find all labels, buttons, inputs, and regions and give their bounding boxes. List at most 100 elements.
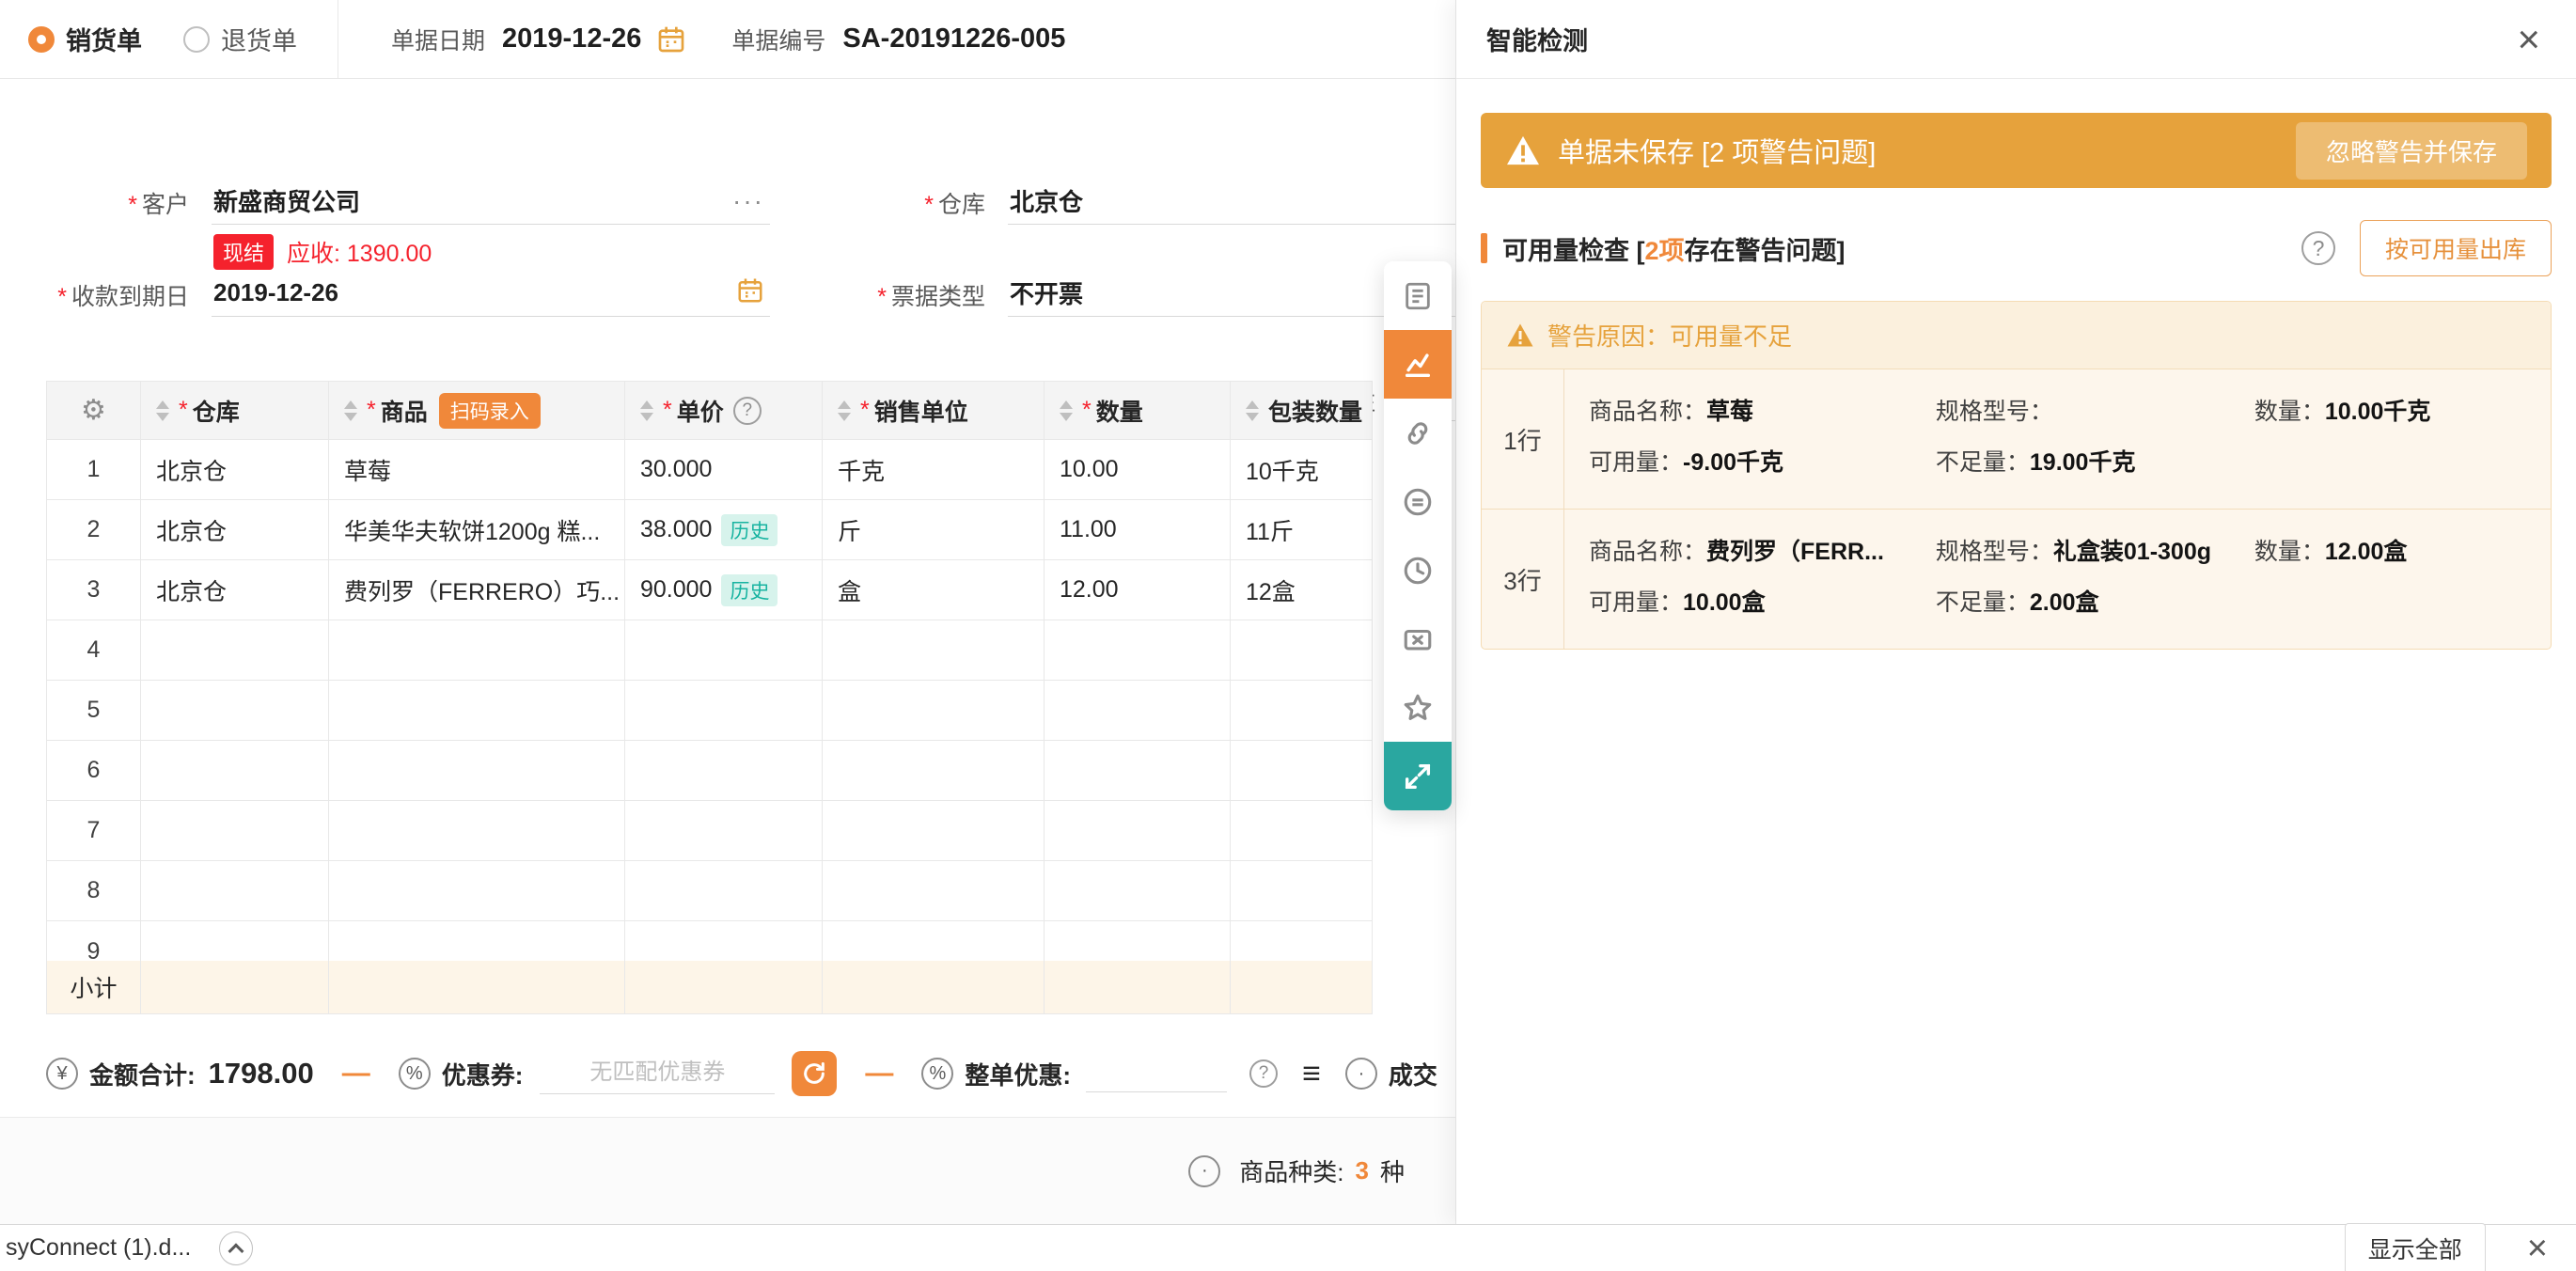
column-header-pkg[interactable]: 包装数量	[1231, 382, 1372, 439]
favorite-star-button[interactable]	[1384, 673, 1452, 742]
due-date-field[interactable]: 2019-12-26	[212, 274, 770, 317]
unit-cell[interactable]	[823, 681, 1045, 740]
collapse-dash-icon[interactable]: —	[342, 1058, 370, 1090]
refresh-coupon-button[interactable]	[792, 1051, 838, 1096]
column-header-price[interactable]: * 单价 ?	[625, 382, 823, 439]
download-file-name[interactable]: syConnect (1).d...	[6, 1234, 191, 1262]
history-price-badge[interactable]: 历史	[721, 513, 778, 546]
price-cell[interactable]: 38.000 历史	[625, 500, 823, 559]
warehouse-cell[interactable]	[141, 681, 329, 740]
tab-return-order[interactable]: 退货单	[183, 21, 297, 57]
unit-cell[interactable]: 斤	[823, 500, 1045, 559]
discount-help-icon[interactable]: ?	[1249, 1059, 1279, 1088]
warehouse-field[interactable]: 北京仓	[1008, 181, 1455, 225]
calendar-icon[interactable]	[656, 24, 686, 55]
qty-cell[interactable]	[1045, 921, 1231, 961]
warehouse-cell[interactable]: 北京仓	[141, 440, 329, 499]
pkg-cell[interactable]	[1231, 681, 1372, 740]
payment-button[interactable]	[1384, 467, 1452, 536]
product-cell[interactable]: 华美华夫软饼1200g 糕...	[329, 500, 625, 559]
form-notes-button[interactable]	[1384, 261, 1452, 330]
product-cell[interactable]	[329, 861, 625, 920]
column-header-warehouse[interactable]: * 仓库	[141, 382, 329, 439]
warehouse-cell[interactable]	[141, 620, 329, 680]
pkg-cell[interactable]	[1231, 620, 1372, 680]
qty-cell[interactable]: 11.00	[1045, 500, 1231, 559]
product-cell[interactable]	[329, 741, 625, 800]
product-cell[interactable]	[329, 681, 625, 740]
qty-cell[interactable]: 10.00	[1045, 440, 1231, 499]
calendar-icon[interactable]	[736, 276, 764, 309]
order-discount-input[interactable]	[1086, 1055, 1228, 1092]
column-header-qty[interactable]: * 数量	[1045, 382, 1231, 439]
price-cell[interactable]	[625, 801, 823, 860]
product-cell[interactable]	[329, 801, 625, 860]
voucher-button[interactable]	[1384, 604, 1452, 673]
unit-cell[interactable]: 千克	[823, 440, 1045, 499]
price-help-icon[interactable]: ?	[732, 396, 762, 425]
gear-icon[interactable]: ⚙	[81, 394, 106, 427]
unit-cell[interactable]	[823, 741, 1045, 800]
help-icon[interactable]: ?	[2301, 231, 2335, 265]
warehouse-cell[interactable]: 北京仓	[141, 500, 329, 559]
scan-entry-button[interactable]: 扫码录入	[438, 392, 541, 429]
pkg-cell[interactable]	[1231, 921, 1372, 961]
ignore-and-save-button[interactable]: 忽略警告并保存	[2295, 121, 2527, 180]
price-cell[interactable]	[625, 681, 823, 740]
price-cell[interactable]	[625, 921, 823, 961]
product-cell[interactable]	[329, 921, 625, 961]
qty-cell[interactable]	[1045, 620, 1231, 680]
pkg-cell[interactable]	[1231, 861, 1372, 920]
pkg-cell[interactable]: 11斤	[1231, 500, 1372, 559]
warehouse-cell[interactable]	[141, 741, 329, 800]
coupon-input[interactable]: 无匹配优惠券	[540, 1053, 776, 1094]
unit-cell[interactable]: 盒	[823, 560, 1045, 620]
column-header-product[interactable]: * 商品 扫码录入	[329, 382, 625, 439]
product-cell[interactable]: 草莓	[329, 440, 625, 499]
close-icon[interactable]: ×	[2517, 19, 2540, 59]
download-caret-button[interactable]	[219, 1231, 254, 1265]
qty-cell[interactable]	[1045, 681, 1231, 740]
unit-cell[interactable]	[823, 861, 1045, 920]
qty-cell[interactable]	[1045, 741, 1231, 800]
unit-cell[interactable]	[823, 620, 1045, 680]
ship-by-availability-button[interactable]: 按可用量出库	[2359, 220, 2552, 276]
tab-sales-order[interactable]: 销货单	[28, 21, 142, 57]
customer-field[interactable]: 新盛商贸公司 ···	[212, 181, 770, 225]
price-cell[interactable]	[625, 620, 823, 680]
sort-icon	[1246, 400, 1259, 421]
qty-cell[interactable]	[1045, 861, 1231, 920]
warehouse-cell[interactable]	[141, 861, 329, 920]
history-clock-button[interactable]	[1384, 536, 1452, 604]
close-download-bar-icon[interactable]: ×	[2527, 1231, 2548, 1266]
price-cell[interactable]: 30.000	[625, 440, 823, 499]
show-all-downloads-button[interactable]: 显示全部	[2344, 1222, 2486, 1271]
smart-detection-button[interactable]	[1384, 330, 1452, 399]
unit-cell[interactable]	[823, 921, 1045, 961]
product-cell[interactable]	[329, 620, 625, 680]
warehouse-cell[interactable]	[141, 801, 329, 860]
column-header-unit[interactable]: * 销售单位	[823, 382, 1045, 439]
column-settings-cell[interactable]: ⚙	[47, 382, 141, 439]
expand-fullscreen-button[interactable]	[1384, 742, 1452, 810]
pkg-cell[interactable]	[1231, 801, 1372, 860]
product-cell[interactable]: 费列罗（FERRERO）巧...	[329, 560, 625, 620]
menu-icon[interactable]: ≡	[1302, 1056, 1321, 1092]
link-button[interactable]	[1384, 399, 1452, 467]
qty-cell[interactable]	[1045, 801, 1231, 860]
doc-date-value[interactable]: 2019-12-26	[502, 24, 641, 55]
price-cell[interactable]	[625, 741, 823, 800]
unit-cell[interactable]	[823, 801, 1045, 860]
pkg-cell[interactable]: 10千克	[1231, 440, 1372, 499]
pkg-cell[interactable]: 12盒	[1231, 560, 1372, 620]
collapse-dash-icon[interactable]: —	[865, 1058, 893, 1090]
qty-cell[interactable]: 12.00	[1045, 560, 1231, 620]
more-options-icon[interactable]: ···	[732, 186, 764, 216]
settlement-row: 现结 应收: 1390.00	[213, 233, 432, 271]
pkg-cell[interactable]	[1231, 741, 1372, 800]
price-cell[interactable]: 90.000 历史	[625, 560, 823, 620]
warehouse-cell[interactable]	[141, 921, 329, 961]
history-price-badge[interactable]: 历史	[721, 573, 778, 606]
warehouse-cell[interactable]: 北京仓	[141, 560, 329, 620]
price-cell[interactable]	[625, 861, 823, 920]
